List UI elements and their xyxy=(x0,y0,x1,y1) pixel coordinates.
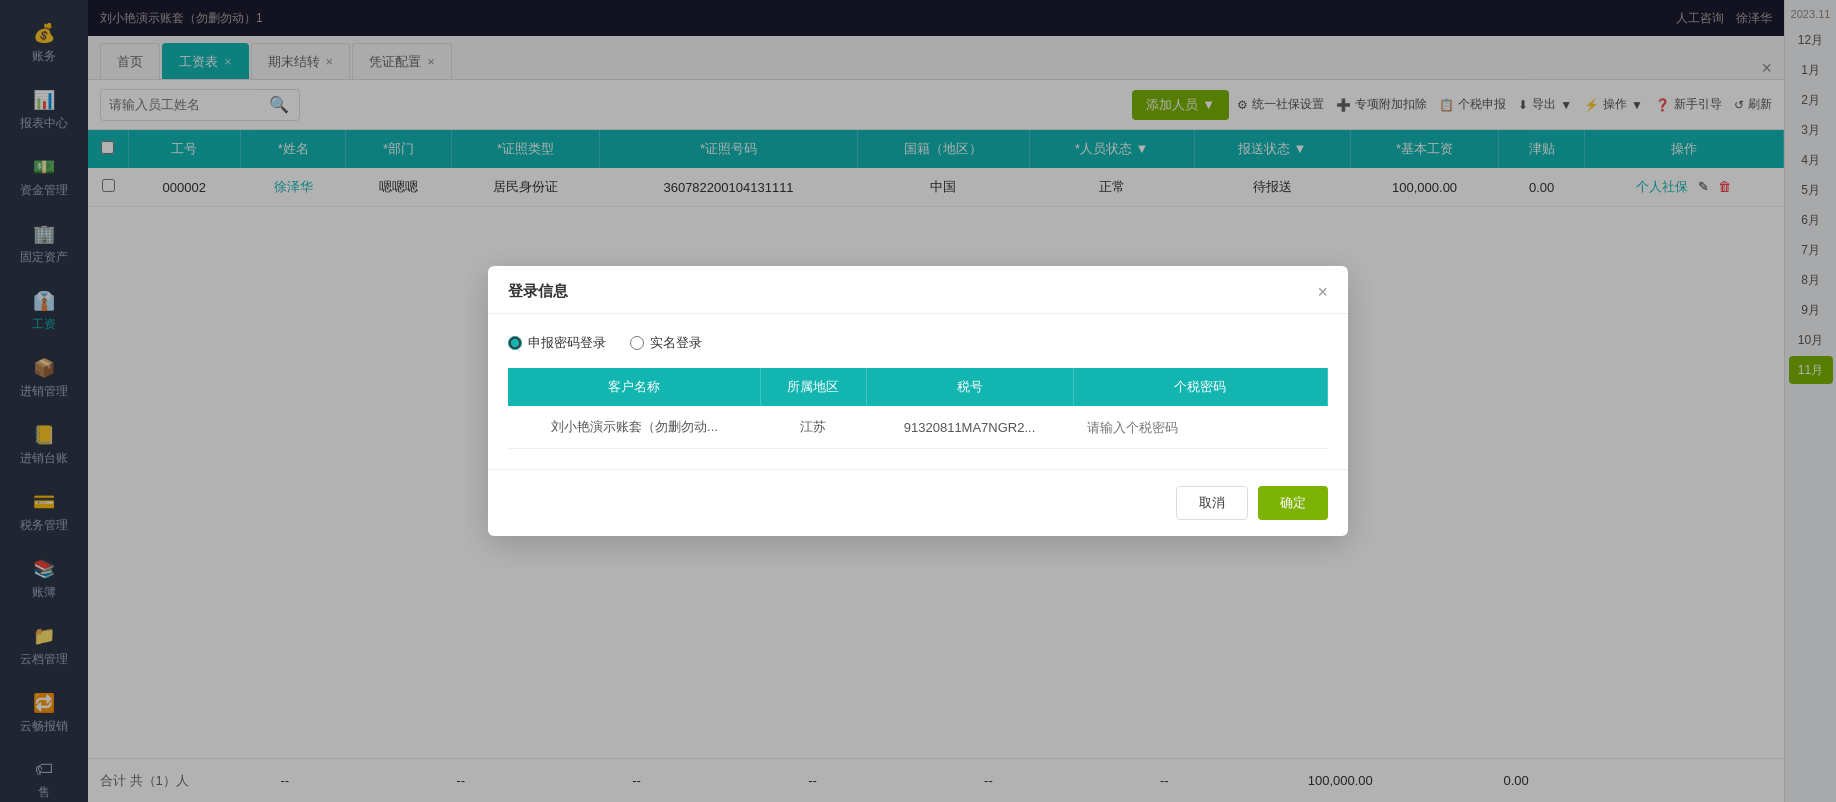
modal-row-name: 刘小艳演示账套（勿删勿动... xyxy=(508,406,761,449)
cancel-button[interactable]: 取消 xyxy=(1176,486,1248,520)
confirm-button[interactable]: 确定 xyxy=(1258,486,1328,520)
radio-realname-login[interactable]: 实名登录 xyxy=(630,334,702,352)
modal-table-row: 刘小艳演示账套（勿删勿动... 江苏 91320811MA7NGR2... xyxy=(508,406,1328,449)
modal-row-password-input[interactable] xyxy=(1073,406,1327,449)
modal-col-region: 所属地区 xyxy=(761,368,866,406)
modal-col-password: 个税密码 xyxy=(1073,368,1327,406)
radio-password-input[interactable] xyxy=(508,336,522,350)
radio-realname-label: 实名登录 xyxy=(650,334,702,352)
modal-col-name: 客户名称 xyxy=(508,368,761,406)
modal-table: 客户名称 所属地区 税号 个税密码 刘小艳演示账套（勿删勿动... 江苏 913… xyxy=(508,368,1328,449)
radio-password-label: 申报密码登录 xyxy=(528,334,606,352)
login-info-modal: 登录信息 × 申报密码登录 实名登录 客户名称 所属地区 xyxy=(488,266,1348,536)
modal-overlay[interactable]: 登录信息 × 申报密码登录 实名登录 客户名称 所属地区 xyxy=(0,0,1836,802)
radio-password-login[interactable]: 申报密码登录 xyxy=(508,334,606,352)
login-type-radio-group: 申报密码登录 实名登录 xyxy=(508,334,1328,352)
modal-close-icon[interactable]: × xyxy=(1317,283,1328,301)
modal-footer: 取消 确定 xyxy=(488,469,1348,536)
modal-row-taxno: 91320811MA7NGR2... xyxy=(866,406,1073,449)
tax-password-field[interactable] xyxy=(1087,420,1313,435)
modal-col-taxno: 税号 xyxy=(866,368,1073,406)
modal-row-region: 江苏 xyxy=(761,406,866,449)
modal-header: 登录信息 × xyxy=(488,266,1348,314)
modal-body: 申报密码登录 实名登录 客户名称 所属地区 税号 个税密码 xyxy=(488,314,1348,469)
radio-realname-input[interactable] xyxy=(630,336,644,350)
modal-title: 登录信息 xyxy=(508,282,568,301)
